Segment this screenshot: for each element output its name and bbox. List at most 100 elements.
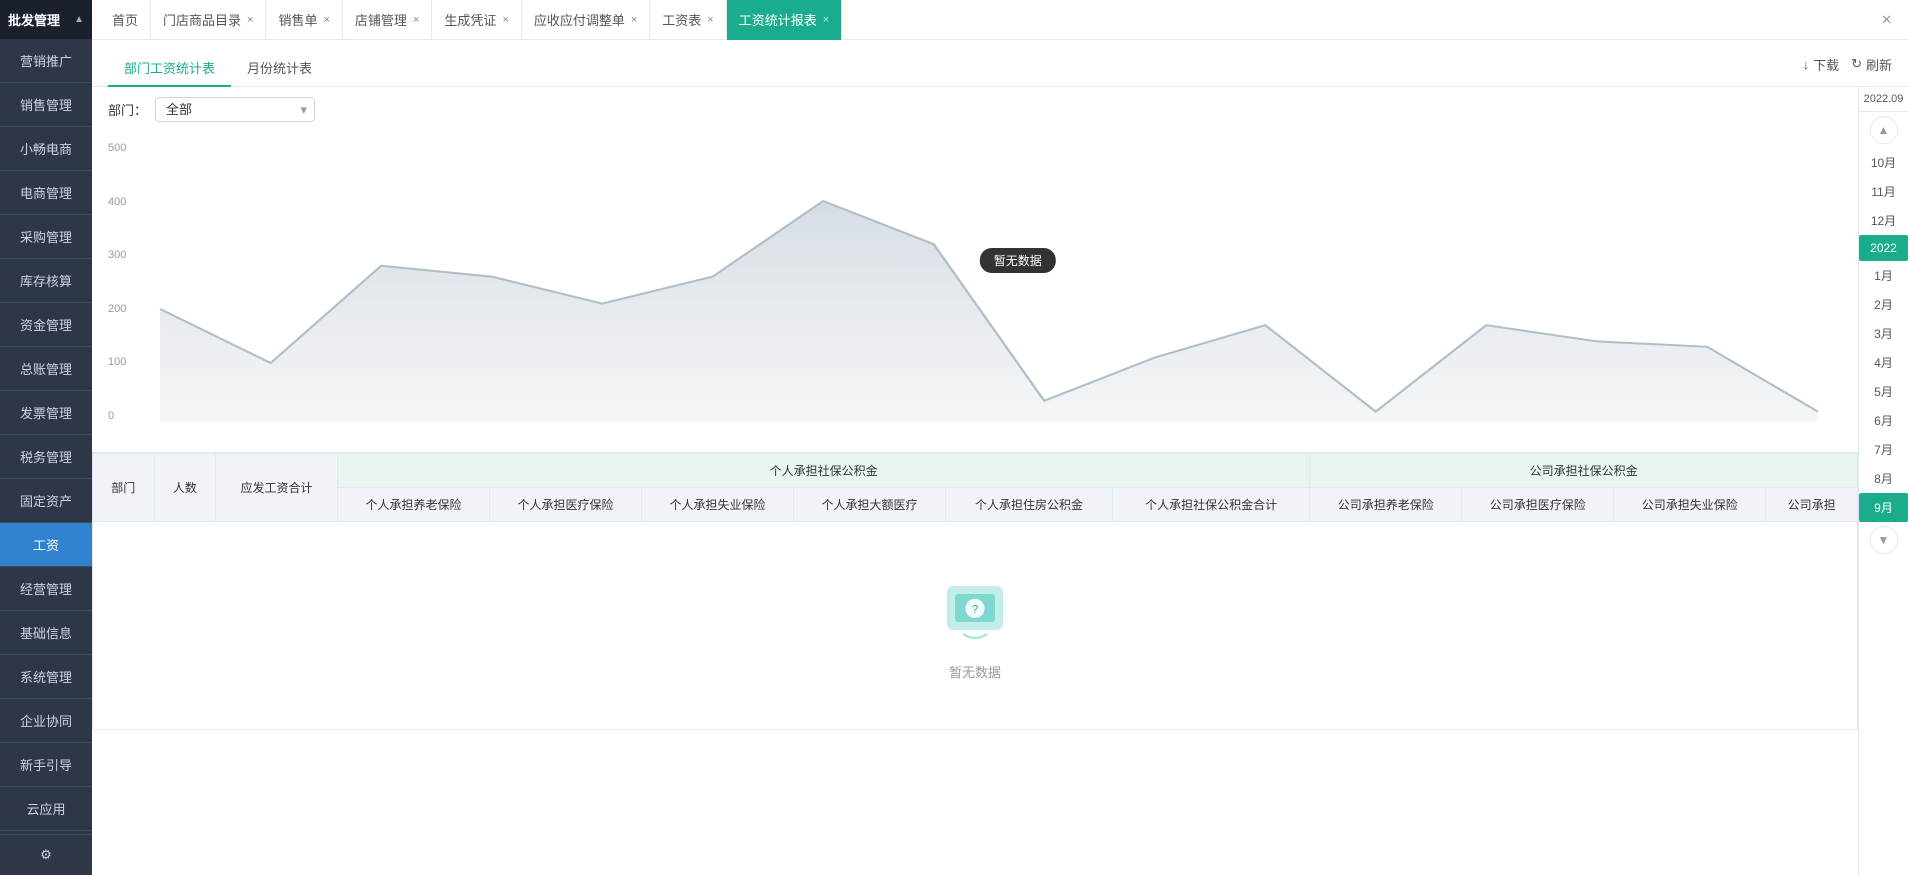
months-container: 10月11月12月20221月2月3月4月5月6月7月8月9月: [1859, 148, 1908, 522]
tab-close-icon[interactable]: ×: [502, 14, 508, 26]
date-year-label: 2022.09: [1859, 87, 1908, 112]
refresh-icon: ↻: [1851, 56, 1862, 72]
table-header: 个人承担医疗保险: [489, 488, 641, 522]
sidebar-item-资金管理[interactable]: 资金管理: [0, 303, 92, 347]
refresh-button[interactable]: ↻ 刷新: [1851, 55, 1892, 74]
table-head: 部门人数应发工资合计个人承担社保公积金公司承担社保公积金个人承担养老保险个人承担…: [93, 454, 1858, 522]
table-header: 个人承担失业保险: [641, 488, 793, 522]
tabs-container: 首页门店商品目录×销售单×店铺管理×生成凭证×应收应付调整单×工资表×工资统计报…: [100, 0, 1873, 40]
table-header: 个人承担社保公积金合计: [1113, 488, 1310, 522]
sidebar-item-税务管理[interactable]: 税务管理: [0, 435, 92, 479]
tab-店铺管理[interactable]: 店铺管理×: [343, 0, 432, 40]
table-header: 公司承担: [1766, 488, 1858, 522]
content-inner: 部门： 全部 500 400 300 200 100 0: [92, 87, 1908, 875]
date-month-2月[interactable]: 2月: [1859, 290, 1908, 319]
tab-应收应付调整单[interactable]: 应收应付调整单×: [522, 0, 650, 40]
tab-close-icon[interactable]: ×: [413, 14, 419, 26]
date-sidebar: 2022.09 ▲ 10月11月12月20221月2月3月4月5月6月7月8月9…: [1858, 87, 1908, 875]
date-month-12月[interactable]: 12月: [1859, 206, 1908, 235]
date-month-6月[interactable]: 6月: [1859, 406, 1908, 435]
tab-close-icon[interactable]: ×: [631, 14, 637, 26]
department-select-wrapper: 全部: [155, 97, 315, 122]
download-button[interactable]: ↓ 下载: [1803, 55, 1840, 74]
filter-bar: 部门： 全部: [92, 87, 1858, 132]
table-container[interactable]: 部门人数应发工资合计个人承担社保公积金公司承担社保公积金个人承担养老保险个人承担…: [92, 452, 1858, 875]
sub-tab-月份统计表[interactable]: 月份统计表: [231, 50, 328, 87]
tab-close-icon[interactable]: ×: [247, 14, 253, 26]
sidebar-item-总账管理[interactable]: 总账管理: [0, 347, 92, 391]
sidebar-item-基础信息[interactable]: 基础信息: [0, 611, 92, 655]
chart-y-label: 400: [108, 196, 126, 208]
date-month-2022[interactable]: 2022: [1859, 235, 1908, 261]
area-chart: [148, 142, 1842, 422]
chart-y-label: 500: [108, 142, 126, 154]
sidebar-item-新手引导[interactable]: 新手引导: [0, 743, 92, 787]
sub-tab-部门工资统计表[interactable]: 部门工资统计表: [108, 50, 231, 87]
date-month-4月[interactable]: 4月: [1859, 348, 1908, 377]
date-next-button[interactable]: ▼: [1870, 526, 1898, 554]
sidebar-title[interactable]: 批发管理 ▲: [0, 0, 92, 39]
tab-工资表[interactable]: 工资表×: [650, 0, 726, 40]
tab-首页[interactable]: 首页: [100, 0, 151, 40]
date-month-11月[interactable]: 11月: [1859, 177, 1908, 206]
close-all-button[interactable]: ✕: [1873, 8, 1900, 32]
svg-text:?: ?: [972, 603, 978, 615]
download-icon: ↓: [1803, 57, 1810, 72]
table-header: 公司承担医疗保险: [1462, 488, 1614, 522]
sidebar-item-销售管理[interactable]: 销售管理: [0, 83, 92, 127]
date-month-1月[interactable]: 1月: [1859, 261, 1908, 290]
chart-y-label: 100: [108, 356, 126, 368]
sidebar: 批发管理 ▲ 营销推广销售管理小畅电商电商管理采购管理库存核算资金管理总账管理发…: [0, 0, 92, 875]
chart-y-label: 200: [108, 303, 126, 315]
date-month-3月[interactable]: 3月: [1859, 319, 1908, 348]
department-select[interactable]: 全部: [155, 97, 315, 122]
table-header: 应发工资合计: [216, 454, 338, 522]
data-table: 部门人数应发工资合计个人承担社保公积金公司承担社保公积金个人承担养老保险个人承担…: [92, 453, 1858, 730]
sidebar-item-经营管理[interactable]: 经营管理: [0, 567, 92, 611]
sidebar-item-小畅电商[interactable]: 小畅电商: [0, 127, 92, 171]
chart-y-label: 0: [108, 410, 126, 422]
sidebar-item-固定资产[interactable]: 固定资产: [0, 479, 92, 523]
date-month-8月[interactable]: 8月: [1859, 464, 1908, 493]
chart-no-data-tooltip: 暂无数据: [980, 248, 1056, 273]
sidebar-title-text: 批发管理: [8, 10, 60, 29]
sidebar-item-库存核算[interactable]: 库存核算: [0, 259, 92, 303]
table-body: ? 暂无数据: [93, 522, 1858, 730]
table-header: 人数: [154, 454, 216, 522]
date-month-10月[interactable]: 10月: [1859, 148, 1908, 177]
empty-icon: ?: [935, 570, 1015, 650]
sidebar-item-营销推广[interactable]: 营销推广: [0, 39, 92, 83]
tab-close-icon[interactable]: ×: [707, 14, 713, 26]
tab-close-icon[interactable]: ×: [323, 14, 329, 26]
tab-生成凭证[interactable]: 生成凭证×: [432, 0, 521, 40]
toolbar-right: ↓ 下载 ↻ 刷新: [1803, 55, 1892, 82]
tab-close-icon[interactable]: ×: [823, 14, 829, 26]
filter-label: 部门：: [108, 100, 147, 119]
table-header: 个人承担养老保险: [337, 488, 489, 522]
chart-y-axis: 500 400 300 200 100 0: [108, 142, 126, 422]
date-month-5月[interactable]: 5月: [1859, 377, 1908, 406]
main-area: 首页门店商品目录×销售单×店铺管理×生成凭证×应收应付调整单×工资表×工资统计报…: [92, 0, 1908, 875]
tab-工资统计报表[interactable]: 工资统计报表×: [727, 0, 842, 40]
sub-tabs-container: 部门工资统计表月份统计表: [108, 50, 328, 86]
sidebar-item-电商管理[interactable]: 电商管理: [0, 171, 92, 215]
table-header: 公司承担社保公积金: [1310, 454, 1858, 488]
sidebar-item-云应用[interactable]: 云应用: [0, 787, 92, 831]
sidebar-item-企业协同[interactable]: 企业协同: [0, 699, 92, 743]
date-month-9月[interactable]: 9月: [1859, 493, 1908, 522]
tab-门店商品目录[interactable]: 门店商品目录×: [151, 0, 266, 40]
table-header: 公司承担养老保险: [1310, 488, 1462, 522]
table-header: 个人承担大额医疗: [793, 488, 945, 522]
sidebar-item-工资[interactable]: 工资: [0, 523, 92, 567]
download-label: 下载: [1813, 55, 1839, 74]
tab-销售单[interactable]: 销售单×: [266, 0, 342, 40]
date-prev-button[interactable]: ▲: [1870, 116, 1898, 144]
sidebar-title-arrow: ▲: [74, 14, 84, 25]
settings-button[interactable]: ⚙: [0, 834, 92, 875]
sidebar-item-采购管理[interactable]: 采购管理: [0, 215, 92, 259]
date-month-7月[interactable]: 7月: [1859, 435, 1908, 464]
sidebar-items: 营销推广销售管理小畅电商电商管理采购管理库存核算资金管理总账管理发票管理税务管理…: [0, 39, 92, 831]
sidebar-item-发票管理[interactable]: 发票管理: [0, 391, 92, 435]
sidebar-item-系统管理[interactable]: 系统管理: [0, 655, 92, 699]
chart-y-label: 300: [108, 249, 126, 261]
